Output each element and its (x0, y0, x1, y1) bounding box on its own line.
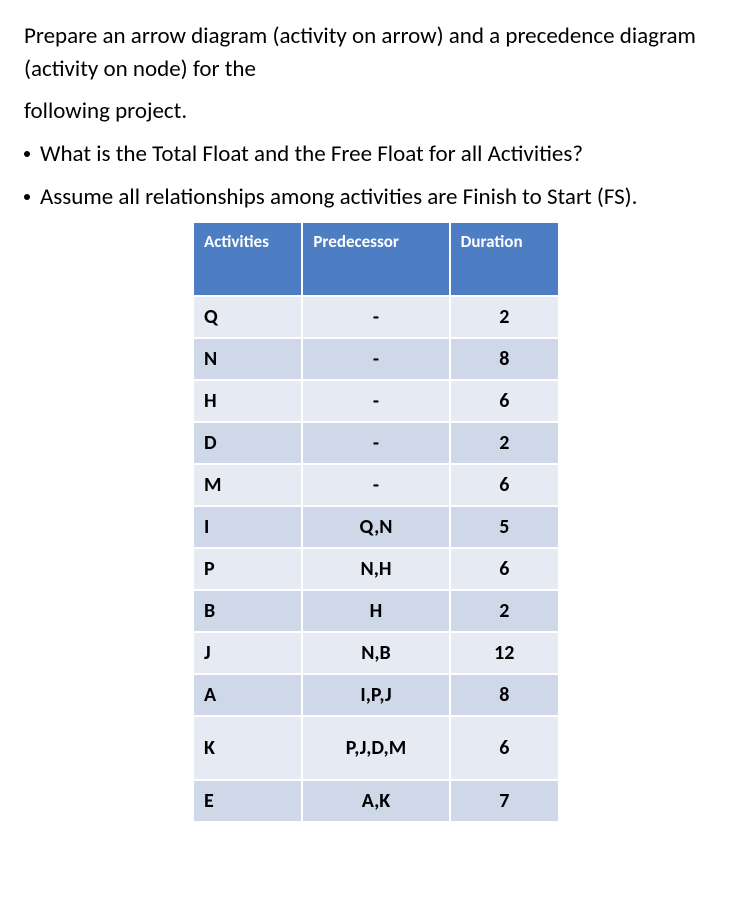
cell-duration: 5 (450, 506, 559, 548)
table-row: M-6 (193, 464, 559, 506)
cell-activity: I (193, 506, 302, 548)
cell-activity: J (193, 632, 302, 674)
header-predecessor: Predecessor (302, 222, 449, 296)
bullet-icon (24, 194, 30, 200)
cell-duration: 6 (450, 380, 559, 422)
cell-predecessor: - (302, 296, 449, 338)
bullet-text-1: What is the Total Float and the Free Flo… (40, 138, 583, 171)
table-row: JN,B12 (193, 632, 559, 674)
cell-predecessor: - (302, 338, 449, 380)
cell-duration: 8 (450, 674, 559, 716)
cell-activity: H (193, 380, 302, 422)
cell-activity: Q (193, 296, 302, 338)
cell-predecessor: N,H (302, 548, 449, 590)
table-header-row: Activities Predecessor Duration (193, 222, 559, 296)
table-row: BH2 (193, 590, 559, 632)
cell-predecessor: H (302, 590, 449, 632)
table-row: H-6 (193, 380, 559, 422)
cell-predecessor: Q,N (302, 506, 449, 548)
header-duration: Duration (450, 222, 559, 296)
cell-duration: 8 (450, 338, 559, 380)
table-row: KP,J,D,M6 (193, 716, 559, 780)
cell-activity: B (193, 590, 302, 632)
cell-activity: K (193, 716, 302, 780)
cell-predecessor: I,P,J (302, 674, 449, 716)
activities-table: Activities Predecessor Duration Q-2N-8H-… (192, 221, 560, 823)
cell-duration: 6 (450, 464, 559, 506)
cell-duration: 2 (450, 590, 559, 632)
cell-activity: D (193, 422, 302, 464)
cell-activity: E (193, 780, 302, 822)
cell-predecessor: - (302, 380, 449, 422)
table-row: Q-2 (193, 296, 559, 338)
bullet-item-1: What is the Total Float and the Free Flo… (24, 138, 728, 171)
cell-duration: 2 (450, 422, 559, 464)
cell-activity: A (193, 674, 302, 716)
cell-duration: 12 (450, 632, 559, 674)
cell-duration: 6 (450, 716, 559, 780)
cell-predecessor: - (302, 464, 449, 506)
bullet-icon (24, 151, 30, 157)
intro-paragraph-1: Prepare an arrow diagram (activity on ar… (24, 20, 728, 87)
intro-paragraph-2: following project. (24, 95, 728, 128)
header-activities: Activities (193, 222, 302, 296)
table-row: IQ,N5 (193, 506, 559, 548)
table-row: EA,K7 (193, 780, 559, 822)
cell-predecessor: P,J,D,M (302, 716, 449, 780)
cell-predecessor: - (302, 422, 449, 464)
bullet-text-2: Assume all relationships among activitie… (40, 181, 637, 214)
cell-duration: 7 (450, 780, 559, 822)
table-row: N-8 (193, 338, 559, 380)
cell-duration: 2 (450, 296, 559, 338)
cell-predecessor: N,B (302, 632, 449, 674)
table-row: D-2 (193, 422, 559, 464)
cell-activity: N (193, 338, 302, 380)
cell-duration: 6 (450, 548, 559, 590)
table-row: AI,P,J8 (193, 674, 559, 716)
cell-activity: P (193, 548, 302, 590)
cell-activity: M (193, 464, 302, 506)
table-row: PN,H6 (193, 548, 559, 590)
bullet-item-2: Assume all relationships among activitie… (24, 181, 728, 214)
cell-predecessor: A,K (302, 780, 449, 822)
